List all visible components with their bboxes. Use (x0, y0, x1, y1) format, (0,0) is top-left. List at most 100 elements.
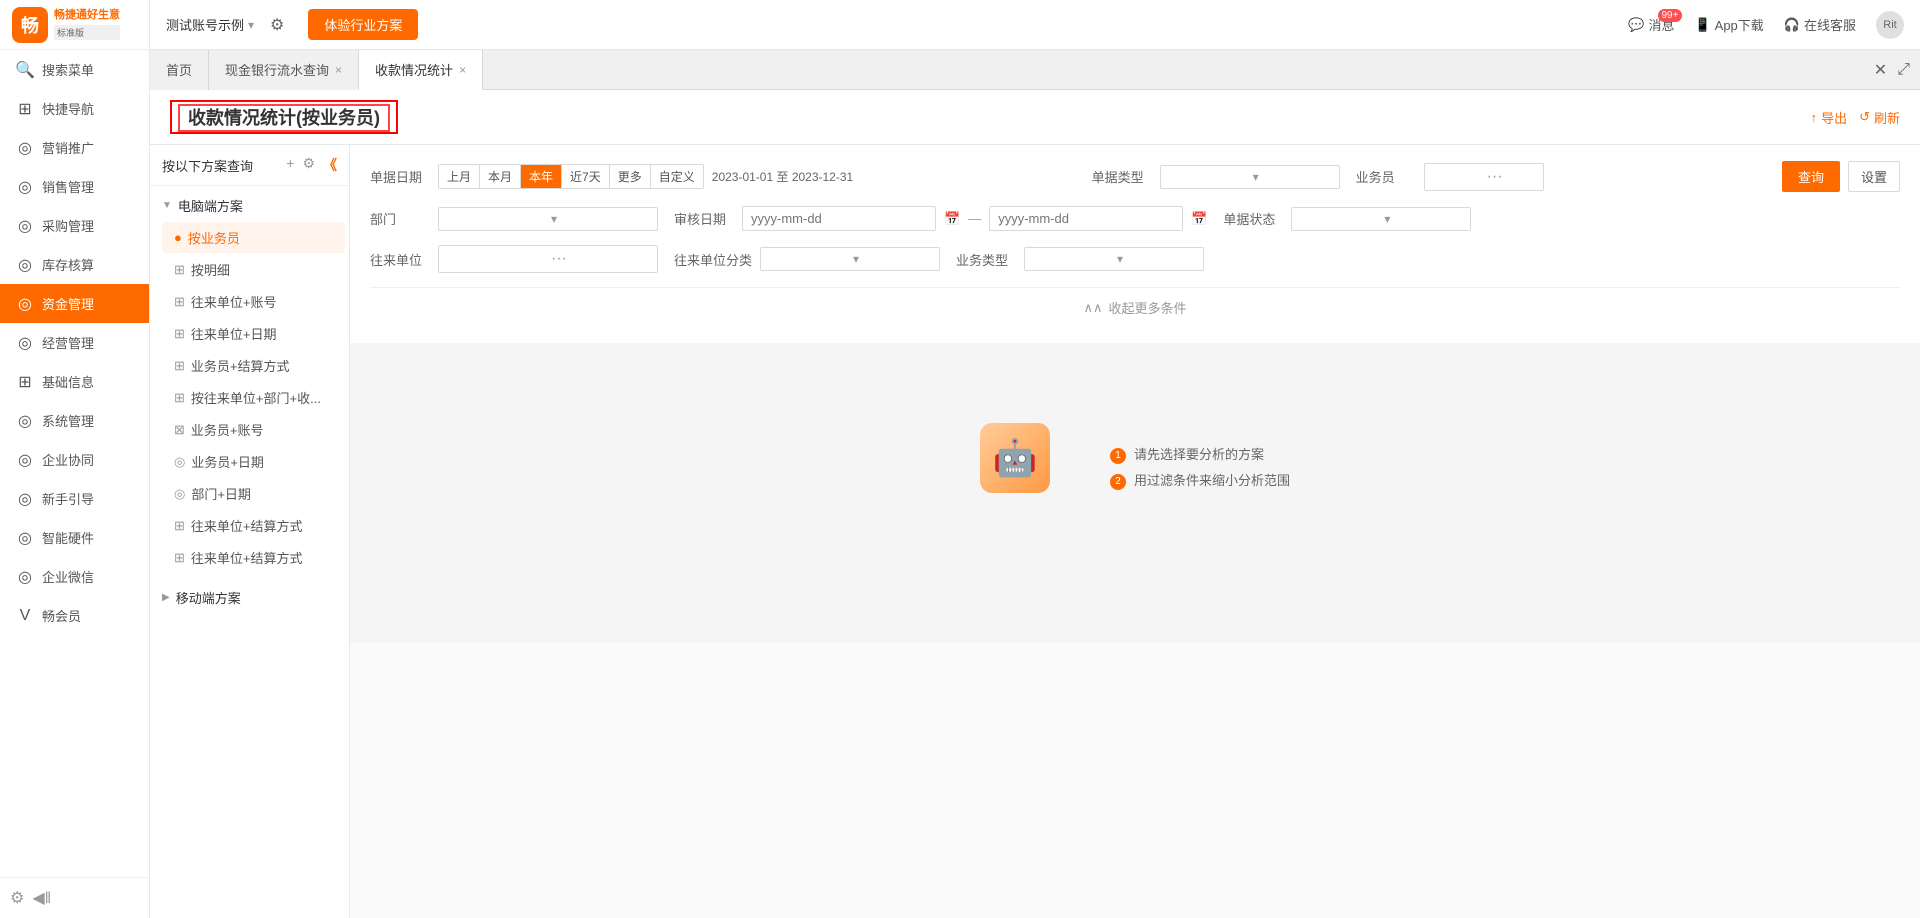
scheme-collapse-button[interactable]: 《 (323, 155, 337, 175)
voucher-status-select[interactable]: ▾ (1291, 207, 1471, 231)
audit-date-start[interactable] (742, 206, 936, 231)
export-button[interactable]: ↑ 导出 (1811, 108, 1848, 127)
date-tab-last7[interactable]: 近7天 (562, 165, 610, 188)
scheme-item-partner-payment3[interactable]: ⊞ 往来单位+结算方式 (162, 542, 345, 573)
voucher-status-label: 单据状态 (1223, 209, 1283, 228)
sidebar: 畅 畅捷通好生意 标准版 🔍 搜索菜单 ⊞ 快捷导航 ◎ 营销推广 ◎ 销售管 (0, 0, 150, 918)
user-dropdown-icon[interactable]: ▾ (248, 18, 254, 32)
tab-close-all-icon[interactable]: ✕ (1874, 60, 1887, 80)
audit-date-end[interactable] (989, 206, 1183, 231)
message-icon: 💬 (1628, 17, 1644, 33)
filter-salesperson-item: 业务员 ··· (1356, 163, 1544, 191)
scheme-group-mobile-title[interactable]: ▶ 移动端方案 (150, 582, 349, 613)
tab-bank[interactable]: 现金银行流水查询 × (209, 50, 359, 90)
sidebar-item-corp[interactable]: ◎ 企业协同 (0, 440, 149, 479)
date-tab-this-month[interactable]: 本月 (480, 165, 521, 188)
scheme-item-salesperson-account[interactable]: ⊠ 业务员+账号 (162, 414, 345, 445)
user-avatar[interactable]: Rit (1876, 11, 1904, 39)
filter-row-1: 单据日期 上月 本月 本年 近7天 更多 自定义 20 (370, 161, 1900, 192)
scheme-settings-button[interactable]: ⚙ (302, 155, 315, 175)
app-download-action[interactable]: 📱 App下载 (1694, 15, 1763, 34)
dept-date-icon: ◎ (174, 486, 185, 502)
tab-maximize-icon[interactable]: ⤢ (1897, 61, 1910, 79)
basic-icon: ⊞ (16, 373, 34, 391)
user-info: 测试账号示例 ▾ (166, 15, 254, 34)
date-tab-custom[interactable]: 自定义 (651, 165, 703, 188)
tab-home[interactable]: 首页 (150, 50, 209, 90)
header-right: 💬 消息 99+ 📱 App下载 🎧 在线客服 Rit (1628, 11, 1904, 39)
audit-date-end-icon: 📅 (1191, 211, 1207, 227)
partner-payment3-icon: ⊞ (174, 550, 185, 566)
sidebar-item-operations[interactable]: ◎ 经营管理 (0, 323, 149, 362)
online-service-action[interactable]: 🎧 在线客服 (1784, 15, 1856, 34)
sidebar-item-marketing[interactable]: ◎ 营销推广 (0, 128, 149, 167)
salesperson-select[interactable]: ··· (1424, 163, 1544, 191)
settings-button[interactable]: 设置 (1848, 161, 1900, 192)
scheme-group-desktop-title[interactable]: ▼ 电脑端方案 (150, 190, 349, 221)
empty-tips-container: 请先选择要分析的方案 用过滤条件来缩小分析范围 (1110, 442, 1290, 494)
scheme-item-partner-dept[interactable]: ⊞ 按往来单位+部门+收... (162, 382, 345, 413)
top-header: 测试账号示例 ▾ ⚙ 体验行业方案 💬 消息 99+ 📱 App下载 🎧 在线客… (150, 0, 1920, 50)
sidebar-item-quicknav[interactable]: ⊞ 快捷导航 (0, 89, 149, 128)
audit-date-icon: 📅 (944, 211, 960, 227)
logo-badge: 标准版 (54, 25, 120, 40)
corp-icon: ◎ (16, 451, 34, 469)
empty-tip-1: 请先选择要分析的方案 (1110, 442, 1290, 468)
dept-select[interactable]: ▾ (438, 207, 658, 231)
scheme-item-by-salesperson[interactable]: ● 按业务员 (162, 222, 345, 253)
home-icon: ⊞ (16, 100, 34, 118)
member-icon: V (16, 607, 34, 625)
scheme-header-text: 按以下方案查询 (162, 156, 253, 175)
scheme-item-dept-date[interactable]: ◎ 部门+日期 (162, 478, 345, 509)
marketing-icon: ◎ (16, 139, 34, 157)
sidebar-item-search[interactable]: 🔍 搜索菜单 (0, 50, 149, 89)
partner-date-icon: ⊞ (174, 326, 185, 342)
date-tab-this-year[interactable]: 本年 (521, 165, 562, 188)
scheme-items-desktop: ● 按业务员 ⊞ 按明细 ⊞ 往来单位+账号 ⊞ (150, 222, 349, 573)
refresh-button[interactable]: ↺ 刷新 (1859, 108, 1900, 127)
sidebar-collapse-icon[interactable]: ◀‖ (32, 888, 51, 908)
scheme-item-partner-payment2[interactable]: ⊞ 往来单位+结算方式 (162, 510, 345, 541)
scheme-item-partner-date[interactable]: ⊞ 往来单位+日期 (162, 318, 345, 349)
sidebar-item-system[interactable]: ◎ 系统管理 (0, 401, 149, 440)
date-tab-last-month[interactable]: 上月 (439, 165, 480, 188)
sidebar-settings-icon[interactable]: ⚙ (10, 888, 24, 908)
sidebar-item-wechat[interactable]: ◎ 企业微信 (0, 557, 149, 596)
scheme-item-salesperson-date[interactable]: ◎ 业务员+日期 (162, 446, 345, 477)
partner-category-chevron: ▾ (853, 252, 931, 266)
sidebar-item-sales[interactable]: ◎ 销售管理 (0, 167, 149, 206)
query-button[interactable]: 查询 (1782, 161, 1840, 192)
sidebar-item-member[interactable]: V 畅会员 (0, 596, 149, 635)
salesperson-date-icon: ◎ (174, 454, 185, 470)
filter-row-3: 往来单位 ··· 往来单位分类 ▾ (370, 245, 1900, 273)
scheme-panel: 按以下方案查询 + ⚙ 《 ▼ 电脑端方案 ● (150, 145, 350, 918)
scheme-item-by-detail[interactable]: ⊞ 按明细 (162, 254, 345, 285)
tab-collection-close[interactable]: × (459, 63, 466, 77)
scheme-item-partner-account[interactable]: ⊞ 往来单位+账号 (162, 286, 345, 317)
finance-icon: ◎ (16, 295, 34, 313)
messages-action[interactable]: 💬 消息 99+ (1628, 15, 1674, 34)
collapse-bar[interactable]: ∧∧ 收起更多条件 (370, 287, 1900, 327)
sidebar-item-finance[interactable]: ◎ 资金管理 (0, 284, 149, 323)
voucher-type-select[interactable]: ▾ (1160, 165, 1340, 189)
sidebar-item-purchase[interactable]: ◎ 采购管理 (0, 206, 149, 245)
sidebar-item-warehouse[interactable]: ◎ 库存核算 (0, 245, 149, 284)
trial-button[interactable]: 体验行业方案 (308, 9, 418, 40)
business-type-select[interactable]: ▾ (1024, 247, 1204, 271)
sidebar-item-basic[interactable]: ⊞ 基础信息 (0, 362, 149, 401)
sidebar-item-hardware[interactable]: ◎ 智能硬件 (0, 518, 149, 557)
gear-button[interactable]: ⚙ (270, 15, 284, 35)
partner-select[interactable]: ··· (438, 245, 658, 273)
scheme-group-mobile: ▶ 移动端方案 (150, 578, 349, 617)
scheme-group-desktop: ▼ 电脑端方案 ● 按业务员 ⊞ 按明细 ⊞ (150, 186, 349, 578)
tab-collection[interactable]: 收款情况统计 × (359, 50, 483, 90)
date-tab-more[interactable]: 更多 (610, 165, 651, 188)
page-title: 收款情况统计(按业务员) (178, 104, 390, 132)
filter-partner-item: 往来单位 ··· (370, 245, 658, 273)
sidebar-item-guide[interactable]: ◎ 新手引导 (0, 479, 149, 518)
scheme-add-button[interactable]: + (286, 155, 294, 175)
scheme-item-salesperson-payment[interactable]: ⊞ 业务员+结算方式 (162, 350, 345, 381)
tab-bank-close[interactable]: × (335, 63, 342, 77)
partner-category-select[interactable]: ▾ (760, 247, 940, 271)
export-icon: ↑ (1811, 110, 1818, 125)
